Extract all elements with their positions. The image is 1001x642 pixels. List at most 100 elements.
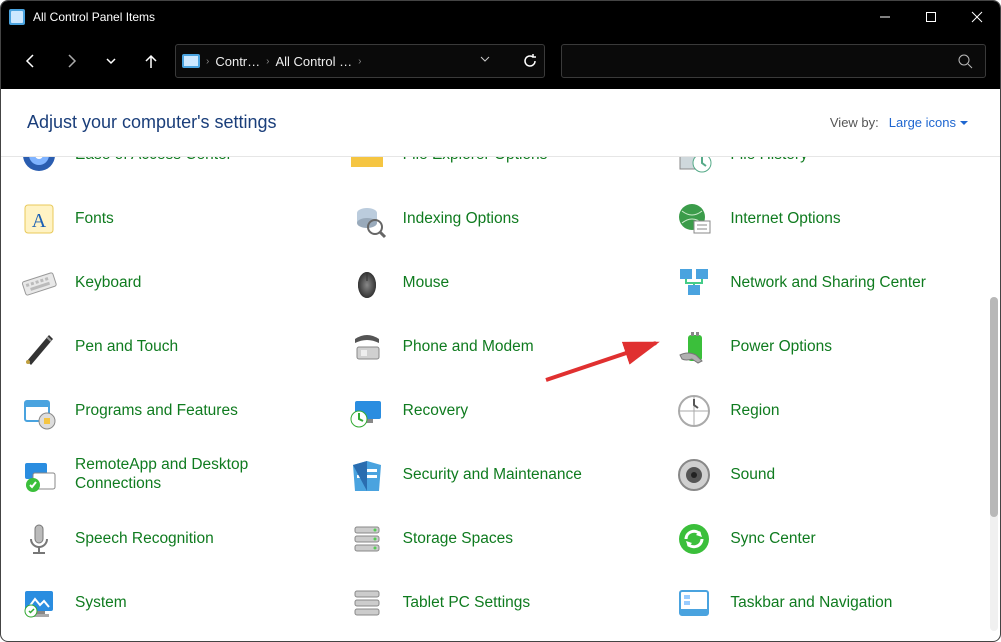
breadcrumb[interactable]: › Contr… › All Control … › — [175, 44, 545, 78]
item-label: File Explorer Options — [403, 157, 548, 164]
item-recovery[interactable]: Recovery — [345, 387, 653, 435]
scrollbar[interactable] — [990, 297, 998, 631]
item-label: Recovery — [403, 402, 468, 421]
item-taskbar-and-navigation[interactable]: Taskbar and Navigation — [672, 579, 980, 627]
item-label: Speech Recognition — [75, 530, 214, 549]
item-label: Phone and Modem — [403, 338, 534, 357]
security-icon — [345, 453, 389, 497]
minimize-button[interactable] — [862, 1, 908, 33]
items-grid: Ease of Access Center File Explorer Optio… — [17, 157, 980, 627]
item-label: Tablet PC Settings — [403, 594, 531, 613]
item-label: Programs and Features — [75, 402, 238, 421]
scrollbar-thumb[interactable] — [990, 297, 998, 517]
item-power-options[interactable]: Power Options — [672, 323, 980, 371]
breadcrumb-icon — [182, 54, 200, 68]
programs-icon — [17, 389, 61, 433]
fonts-icon: A — [17, 197, 61, 241]
item-sync-center[interactable]: Sync Center — [672, 515, 980, 563]
history-icon — [672, 157, 716, 177]
refresh-button[interactable] — [522, 45, 538, 77]
sound-icon — [672, 453, 716, 497]
content-body: Ease of Access Center File Explorer Optio… — [1, 157, 1000, 641]
chevron-right-icon: › — [266, 56, 269, 67]
item-mouse[interactable]: Mouse — [345, 259, 653, 307]
item-label: File History — [730, 157, 808, 164]
viewby: View by: Large icons — [830, 115, 968, 130]
keyboard-icon — [17, 261, 61, 305]
tablet-icon — [345, 581, 389, 625]
search-input[interactable] — [561, 44, 986, 78]
remote-icon — [17, 453, 61, 497]
ease-icon — [17, 157, 61, 177]
breadcrumb-item[interactable]: All Control … — [275, 54, 352, 69]
item-sound[interactable]: Sound — [672, 451, 980, 499]
item-region[interactable]: Region — [672, 387, 980, 435]
item-pen-and-touch[interactable]: Pen and Touch — [17, 323, 325, 371]
titlebar: All Control Panel Items — [1, 1, 1000, 33]
item-storage-spaces[interactable]: Storage Spaces — [345, 515, 653, 563]
item-tablet-pc-settings[interactable]: Tablet PC Settings — [345, 579, 653, 627]
chevron-right-icon: › — [206, 56, 209, 67]
content-header: Adjust your computer's settings View by:… — [1, 89, 1000, 157]
up-button[interactable] — [135, 45, 167, 77]
item-programs-and-features[interactable]: Programs and Features — [17, 387, 325, 435]
item-label: Taskbar and Navigation — [730, 594, 892, 613]
maximize-button[interactable] — [908, 1, 954, 33]
item-remoteapp[interactable]: RemoteApp and Desktop Connections — [17, 451, 325, 499]
taskbar-icon — [672, 581, 716, 625]
chevron-right-icon: › — [358, 56, 361, 67]
storage-icon — [345, 517, 389, 561]
item-label: Mouse — [403, 274, 450, 293]
recent-dropdown[interactable] — [95, 45, 127, 77]
sync-icon — [672, 517, 716, 561]
window: All Control Panel Items › Contr… › All C… — [0, 0, 1001, 642]
back-button[interactable] — [15, 45, 47, 77]
pen-icon — [17, 325, 61, 369]
item-label: Sound — [730, 466, 775, 485]
network-icon — [672, 261, 716, 305]
item-phone-and-modem[interactable]: Phone and Modem — [345, 323, 653, 371]
svg-text:A: A — [32, 210, 47, 232]
indexing-icon — [345, 197, 389, 241]
item-keyboard[interactable]: Keyboard — [17, 259, 325, 307]
item-label: Pen and Touch — [75, 338, 178, 357]
control-panel-icon — [9, 9, 25, 25]
breadcrumb-item[interactable]: Contr… — [215, 54, 260, 69]
close-button[interactable] — [954, 1, 1000, 33]
viewby-label: View by: — [830, 115, 879, 130]
window-title: All Control Panel Items — [33, 10, 862, 24]
item-security-and-maintenance[interactable]: Security and Maintenance — [345, 451, 653, 499]
item-file-history[interactable]: File History — [672, 157, 980, 179]
item-file-explorer-options[interactable]: File Explorer Options — [345, 157, 653, 179]
page-title: Adjust your computer's settings — [27, 112, 277, 133]
item-label: Sync Center — [730, 530, 815, 549]
item-label: Security and Maintenance — [403, 466, 582, 485]
chevron-down-icon[interactable] — [478, 52, 492, 71]
item-internet-options[interactable]: Internet Options — [672, 195, 980, 243]
item-label: Internet Options — [730, 210, 840, 229]
item-label: Indexing Options — [403, 210, 519, 229]
item-ease-of-access-center[interactable]: Ease of Access Center — [17, 157, 325, 179]
phone-icon — [345, 325, 389, 369]
item-label: Fonts — [75, 210, 114, 229]
forward-button[interactable] — [55, 45, 87, 77]
item-network-and-sharing-center[interactable]: Network and Sharing Center — [672, 259, 980, 307]
mouse-icon — [345, 261, 389, 305]
navbar: › Contr… › All Control … › — [1, 33, 1000, 89]
item-label: Power Options — [730, 338, 832, 357]
item-label: RemoteApp and Desktop Connections — [75, 456, 325, 493]
item-label: Network and Sharing Center — [730, 274, 926, 293]
item-label: Ease of Access Center — [75, 157, 232, 164]
item-fonts[interactable]: A Fonts — [17, 195, 325, 243]
viewby-value: Large icons — [889, 115, 956, 130]
search-icon — [957, 53, 973, 69]
item-indexing-options[interactable]: Indexing Options — [345, 195, 653, 243]
item-label: Storage Spaces — [403, 530, 513, 549]
power-icon — [672, 325, 716, 369]
viewby-dropdown[interactable]: Large icons — [889, 115, 968, 130]
recovery-icon — [345, 389, 389, 433]
item-label: System — [75, 594, 127, 613]
item-speech-recognition[interactable]: Speech Recognition — [17, 515, 325, 563]
internet-icon — [672, 197, 716, 241]
item-system[interactable]: System — [17, 579, 325, 627]
